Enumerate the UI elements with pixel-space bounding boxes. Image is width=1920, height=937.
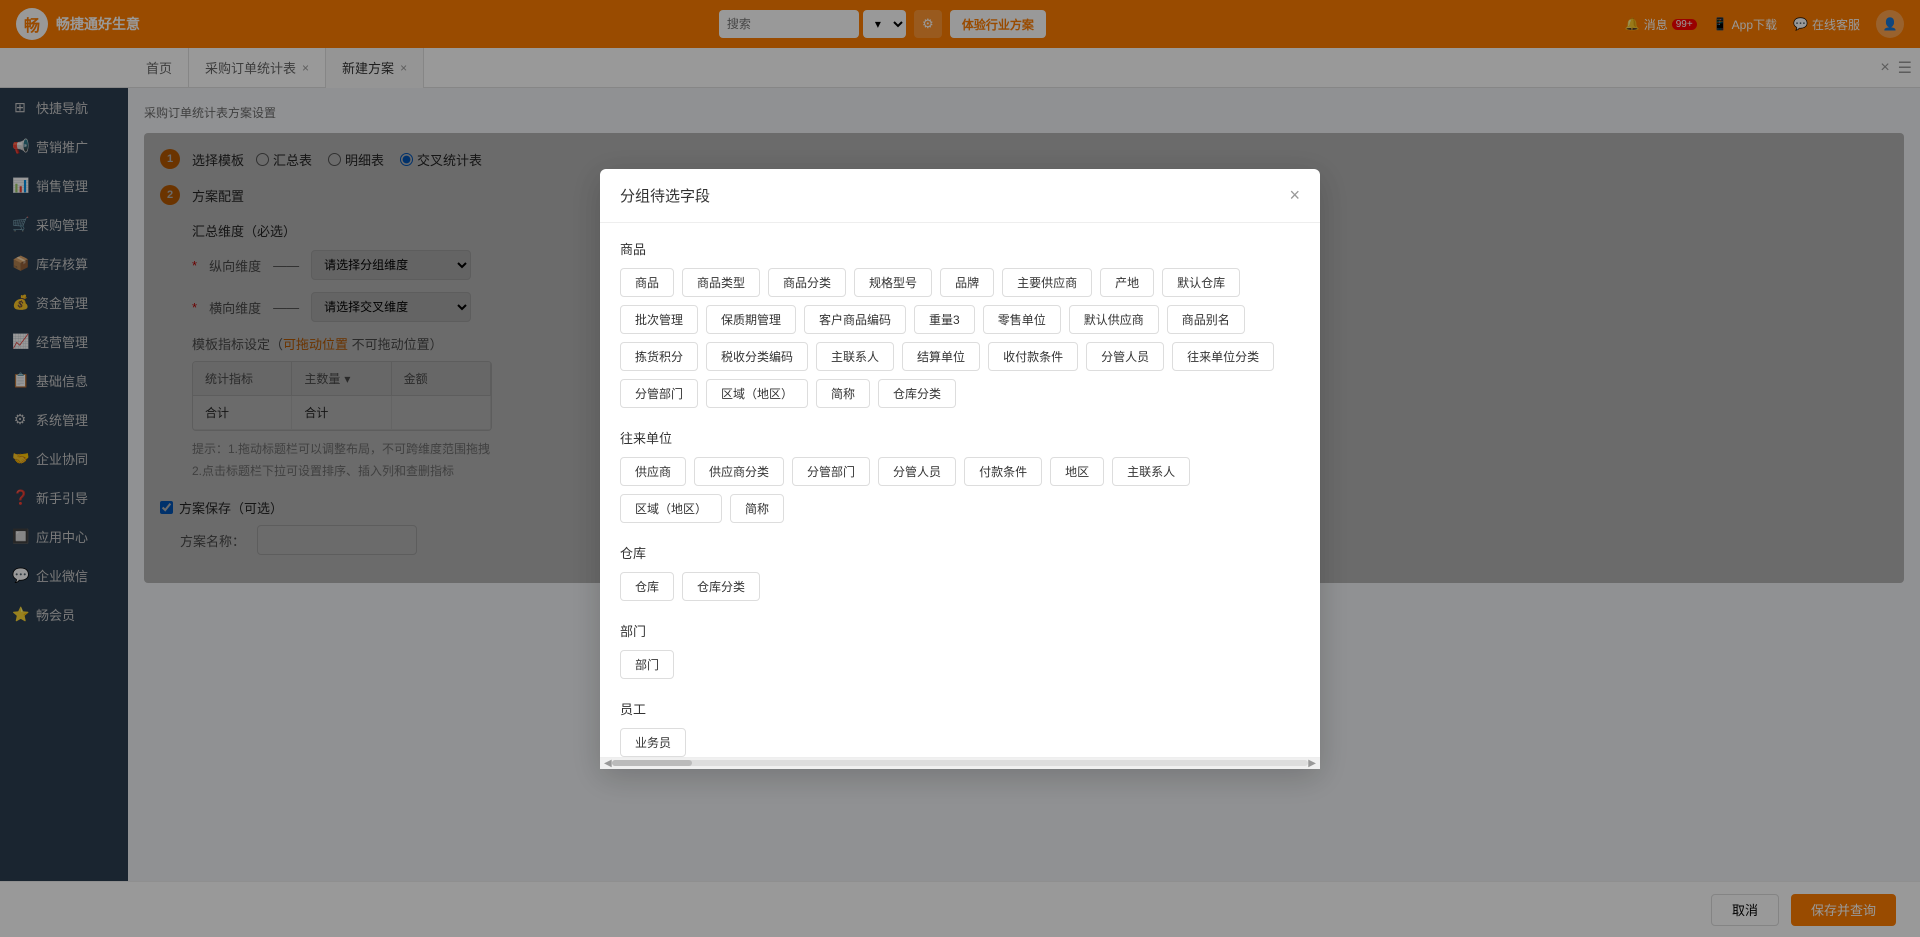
field-tag[interactable]: 分管人员 [878,457,956,486]
section-title-warehouse: 仓库 [620,543,1300,562]
field-tag[interactable]: 规格型号 [854,268,932,297]
field-tag[interactable]: 仓库 [620,572,674,601]
hscrollbar-thumb [612,760,692,766]
field-section-warehouse: 仓库仓库仓库分类 [620,543,1300,601]
field-tag[interactable]: 区域（地区） [620,494,722,523]
field-tag[interactable]: 收付款条件 [988,342,1078,371]
field-section-partner: 往来单位供应商供应商分类分管部门分管人员付款条件地区主联系人区域（地区） 简称 [620,428,1300,523]
field-tag[interactable]: 主联系人 [1112,457,1190,486]
field-tags-warehouse: 仓库仓库分类 [620,572,1300,601]
field-tag[interactable]: 付款条件 [964,457,1042,486]
modal-title: 分组待选字段 [620,185,710,206]
field-tag[interactable]: 供应商分类 [694,457,784,486]
field-tag[interactable]: 商品别名 [1167,305,1245,334]
field-tag[interactable]: 分管部门 [620,379,698,408]
section-title-goods: 商品 [620,239,1300,258]
modal-body: 商品商品商品类型商品分类规格型号品牌主要供应商产地默认仓库批次管理保质期管理客户… [600,223,1320,757]
field-tag[interactable]: 区域（地区） [706,379,808,408]
field-tag[interactable]: 简称 [730,494,784,523]
field-tag[interactable]: 结算单位 [902,342,980,371]
modal-overlay: 分组待选字段 × 商品商品商品类型商品分类规格型号品牌主要供应商产地默认仓库批次… [0,0,1920,937]
field-tag[interactable]: 往来单位分类 [1172,342,1274,371]
field-tag[interactable]: 仓库分类 [878,379,956,408]
field-tag[interactable]: 零售单位 [983,305,1061,334]
section-title-employee: 员工 [620,699,1300,718]
field-tag[interactable]: 部门 [620,650,674,679]
field-tag[interactable]: 主要供应商 [1002,268,1092,297]
field-tag[interactable]: 商品类型 [682,268,760,297]
field-tag[interactable]: 商品分类 [768,268,846,297]
section-title-department: 部门 [620,621,1300,640]
field-tag[interactable]: 地区 [1050,457,1104,486]
field-tag[interactable]: 客户商品编码 [804,305,906,334]
field-tag[interactable]: 分管部门 [792,457,870,486]
field-tag[interactable]: 保质期管理 [706,305,796,334]
field-tag[interactable]: 供应商 [620,457,686,486]
field-select-modal: 分组待选字段 × 商品商品商品类型商品分类规格型号品牌主要供应商产地默认仓库批次… [600,169,1320,769]
field-tag[interactable]: 简称 [816,379,870,408]
modal-header: 分组待选字段 × [600,169,1320,223]
field-tag[interactable]: 品牌 [940,268,994,297]
field-tag[interactable]: 业务员 [620,728,686,757]
hscrollbar-right-arrow[interactable]: ▶ [1308,758,1316,769]
field-tags-department: 部门 [620,650,1300,679]
field-tag[interactable]: 默认仓库 [1162,268,1240,297]
field-tag[interactable]: 批次管理 [620,305,698,334]
field-tag[interactable]: 分管人员 [1086,342,1164,371]
field-tags-goods: 商品商品类型商品分类规格型号品牌主要供应商产地默认仓库批次管理保质期管理客户商品… [620,268,1300,408]
field-tags-employee: 业务员 [620,728,1300,757]
field-section-department: 部门部门 [620,621,1300,679]
field-section-goods: 商品商品商品类型商品分类规格型号品牌主要供应商产地默认仓库批次管理保质期管理客户… [620,239,1300,408]
field-tags-partner: 供应商供应商分类分管部门分管人员付款条件地区主联系人区域（地区） 简称 [620,457,1300,523]
field-tag[interactable]: 主联系人 [816,342,894,371]
field-tag[interactable]: 重量3 [914,305,975,334]
field-tag[interactable]: 拣货积分 [620,342,698,371]
field-tag[interactable]: 产地 [1100,268,1154,297]
field-tag[interactable]: 商品 [620,268,674,297]
field-tag[interactable]: 税收分类编码 [706,342,808,371]
section-title-partner: 往来单位 [620,428,1300,447]
modal-close-button[interactable]: × [1289,185,1300,206]
hscrollbar-left-arrow[interactable]: ◀ [604,758,612,769]
field-section-employee: 员工业务员 [620,699,1300,757]
field-tag[interactable]: 默认供应商 [1069,305,1159,334]
hscrollbar-track [612,760,1309,766]
modal-horizontal-scrollbar[interactable]: ◀ ▶ [600,757,1320,769]
field-tag[interactable]: 仓库分类 [682,572,760,601]
